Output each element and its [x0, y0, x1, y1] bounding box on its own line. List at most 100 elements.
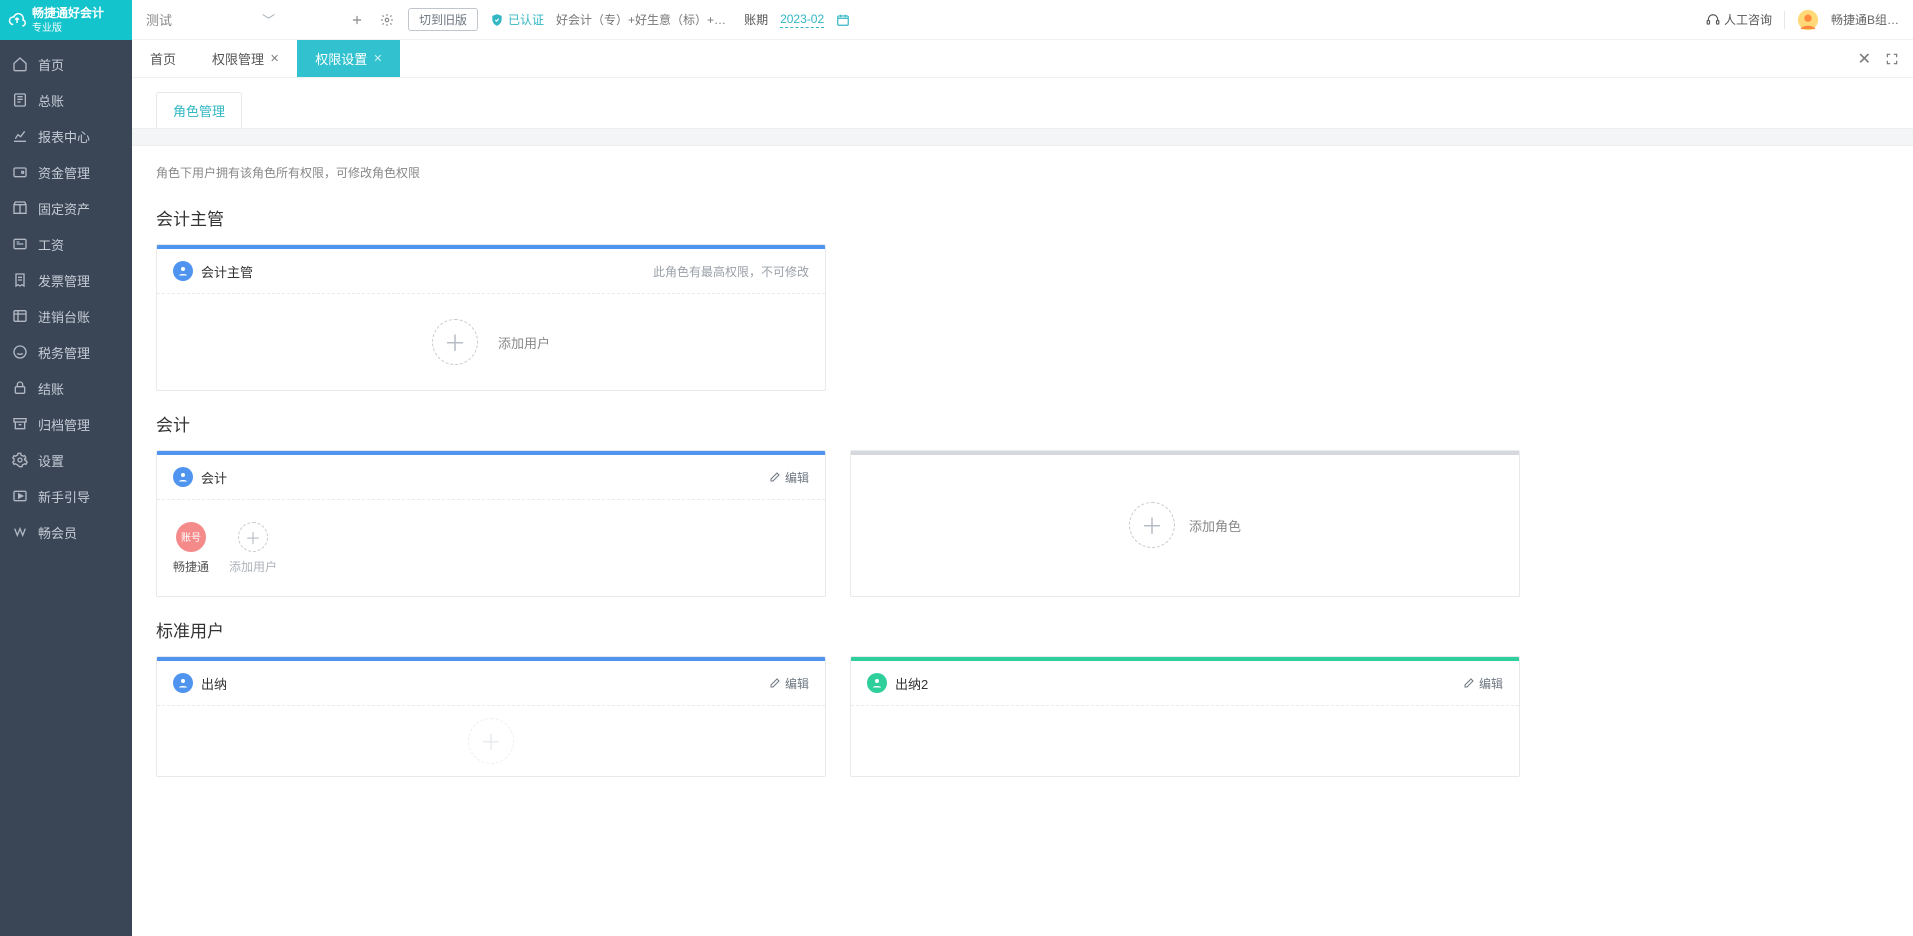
person-icon [173, 261, 193, 281]
sidebar-item-ledger[interactable]: 总账 [0, 82, 132, 118]
sidebar-item-close[interactable]: 结账 [0, 370, 132, 406]
lock-icon [12, 380, 28, 396]
book-settings-button[interactable] [378, 11, 396, 29]
sidebar-item-salary[interactable]: 工资 [0, 226, 132, 262]
role-card-cashier: 出纳 编辑 ＋ [156, 656, 826, 777]
sidebar-item-label: 进销台账 [38, 307, 90, 326]
sidebar-item-reports[interactable]: 报表中心 [0, 118, 132, 154]
tab-label: 权限管理 [212, 49, 264, 68]
add-role-card[interactable]: ＋ 添加角色 [850, 450, 1520, 597]
user-chip[interactable]: 账号 畅捷通 [173, 522, 209, 575]
sidebar-item-label: 新手引导 [38, 487, 90, 506]
edit-label: 编辑 [785, 675, 809, 692]
sidebar-item-home[interactable]: 首页 [0, 46, 132, 82]
sub-tab-bar: 角色管理 [156, 92, 1889, 128]
user-name[interactable]: 畅捷通B组… [1831, 11, 1899, 28]
chevron-down-icon: ﹀ [262, 10, 275, 29]
person-icon [173, 467, 193, 487]
brand-name: 畅捷通好会计 [32, 7, 104, 19]
user-badge: 账号 [176, 522, 206, 552]
pencil-icon [769, 677, 781, 689]
sidebar-item-label: 资金管理 [38, 163, 90, 182]
close-all-tabs-button[interactable]: ✕ [1858, 49, 1871, 69]
sidebar-item-label: 报表中心 [38, 127, 90, 146]
sidebar-item-guide[interactable]: 新手引导 [0, 478, 132, 514]
sidebar-item-invoice[interactable]: 发票管理 [0, 262, 132, 298]
sidebar-item-label: 结账 [38, 379, 64, 398]
role-note: 此角色有最高权限，不可修改 [653, 263, 809, 280]
play-icon [12, 488, 28, 504]
role-card-accountant: 会计 编辑 账号 畅捷通 ＋ 添加用户 [156, 450, 826, 597]
tab-label: 权限设置 [315, 49, 367, 68]
brand-edition: 专业版 [32, 19, 104, 34]
section-divider-band [132, 128, 1913, 146]
sidebar-item-funds[interactable]: 资金管理 [0, 154, 132, 190]
edit-role-button[interactable]: 编辑 [769, 675, 809, 692]
edit-label: 编辑 [785, 469, 809, 486]
sidebar-item-archive[interactable]: 归档管理 [0, 406, 132, 442]
add-user-label: 添加用户 [229, 558, 277, 575]
archive-icon [12, 416, 28, 432]
sidebar-item-member[interactable]: 畅会员 [0, 514, 132, 550]
support-link[interactable]: 人工咨询 [1706, 11, 1772, 28]
ledger-icon [12, 92, 28, 108]
brand-block: 畅捷通好会计 专业版 [0, 0, 132, 40]
support-label: 人工咨询 [1724, 11, 1772, 28]
sidebar-item-label: 发票管理 [38, 271, 90, 290]
fullscreen-icon[interactable] [1885, 52, 1899, 66]
add-user-button[interactable]: ＋ [468, 718, 514, 764]
gear-icon [380, 13, 394, 27]
add-user-chip[interactable]: ＋ 添加用户 [229, 522, 277, 575]
plus-icon: ＋ [238, 522, 268, 552]
tab-permission-settings[interactable]: 权限设置 ✕ [297, 40, 400, 77]
person-icon [173, 673, 193, 693]
account-book-select[interactable]: 测试 ﹀ [146, 10, 336, 29]
period-value[interactable]: 2023-02 [780, 12, 824, 28]
pencil-icon [769, 471, 781, 483]
add-user-label: 添加用户 [498, 333, 550, 352]
tab-strip: 首页 权限管理 ✕ 权限设置 ✕ ✕ [132, 40, 1913, 78]
pencil-icon [1463, 677, 1475, 689]
shield-check-icon [490, 13, 504, 27]
sidebar-item-label: 工资 [38, 235, 64, 254]
calendar-icon[interactable] [836, 13, 850, 27]
section-title: 会计主管 [156, 185, 1889, 244]
sidebar-item-label: 总账 [38, 91, 64, 110]
role-card-supervisor: 会计主管 此角色有最高权限，不可修改 ＋ 添加用户 [156, 244, 826, 391]
close-icon[interactable]: ✕ [270, 52, 279, 65]
chart-line-icon [12, 128, 28, 144]
close-icon[interactable]: ✕ [373, 52, 382, 65]
sidebar-item-label: 归档管理 [38, 415, 90, 434]
topbar: 测试 ﹀ 切到旧版 已认证 好会计（专）+好生意（标）+… 账期 2023-02… [132, 0, 1913, 40]
person-icon [867, 673, 887, 693]
tab-permission-manage[interactable]: 权限管理 ✕ [194, 40, 297, 77]
role-name: 出纳 [201, 674, 227, 693]
content: 角色管理 角色下用户拥有该角色所有权限，可修改角色权限 会计主管 会计主管 此角… [132, 0, 1913, 936]
sidebar-item-label: 首页 [38, 55, 64, 74]
sidebar-item-tax[interactable]: 税务管理 [0, 334, 132, 370]
user-chip-name: 畅捷通 [173, 558, 209, 575]
role-card-cashier2: 出纳2 编辑 [850, 656, 1520, 777]
headset-icon [1706, 13, 1720, 27]
role-name: 会计 [201, 468, 227, 487]
sidebar-item-label: 设置 [38, 451, 64, 470]
edit-role-button[interactable]: 编辑 [1463, 675, 1503, 692]
role-name: 出纳2 [895, 674, 928, 693]
sub-tab-role-manage[interactable]: 角色管理 [156, 92, 242, 128]
user-avatar-icon[interactable] [1797, 9, 1819, 31]
certified-label: 已认证 [508, 11, 544, 28]
role-name: 会计主管 [201, 262, 253, 281]
sidebar-item-inventory[interactable]: 进销台账 [0, 298, 132, 334]
sidebar-item-fixed-assets[interactable]: 固定资产 [0, 190, 132, 226]
sidebar-item-settings[interactable]: 设置 [0, 442, 132, 478]
add-book-button[interactable] [348, 11, 366, 29]
invoice-icon [12, 272, 28, 288]
tab-home[interactable]: 首页 [132, 40, 194, 77]
period-label: 账期 [744, 11, 768, 28]
cloud-upload-icon [8, 11, 26, 29]
edit-role-button[interactable]: 编辑 [769, 469, 809, 486]
switch-old-button[interactable]: 切到旧版 [408, 8, 478, 31]
add-user-button[interactable]: ＋ [432, 319, 478, 365]
salary-icon [12, 236, 28, 252]
tax-icon [12, 344, 28, 360]
